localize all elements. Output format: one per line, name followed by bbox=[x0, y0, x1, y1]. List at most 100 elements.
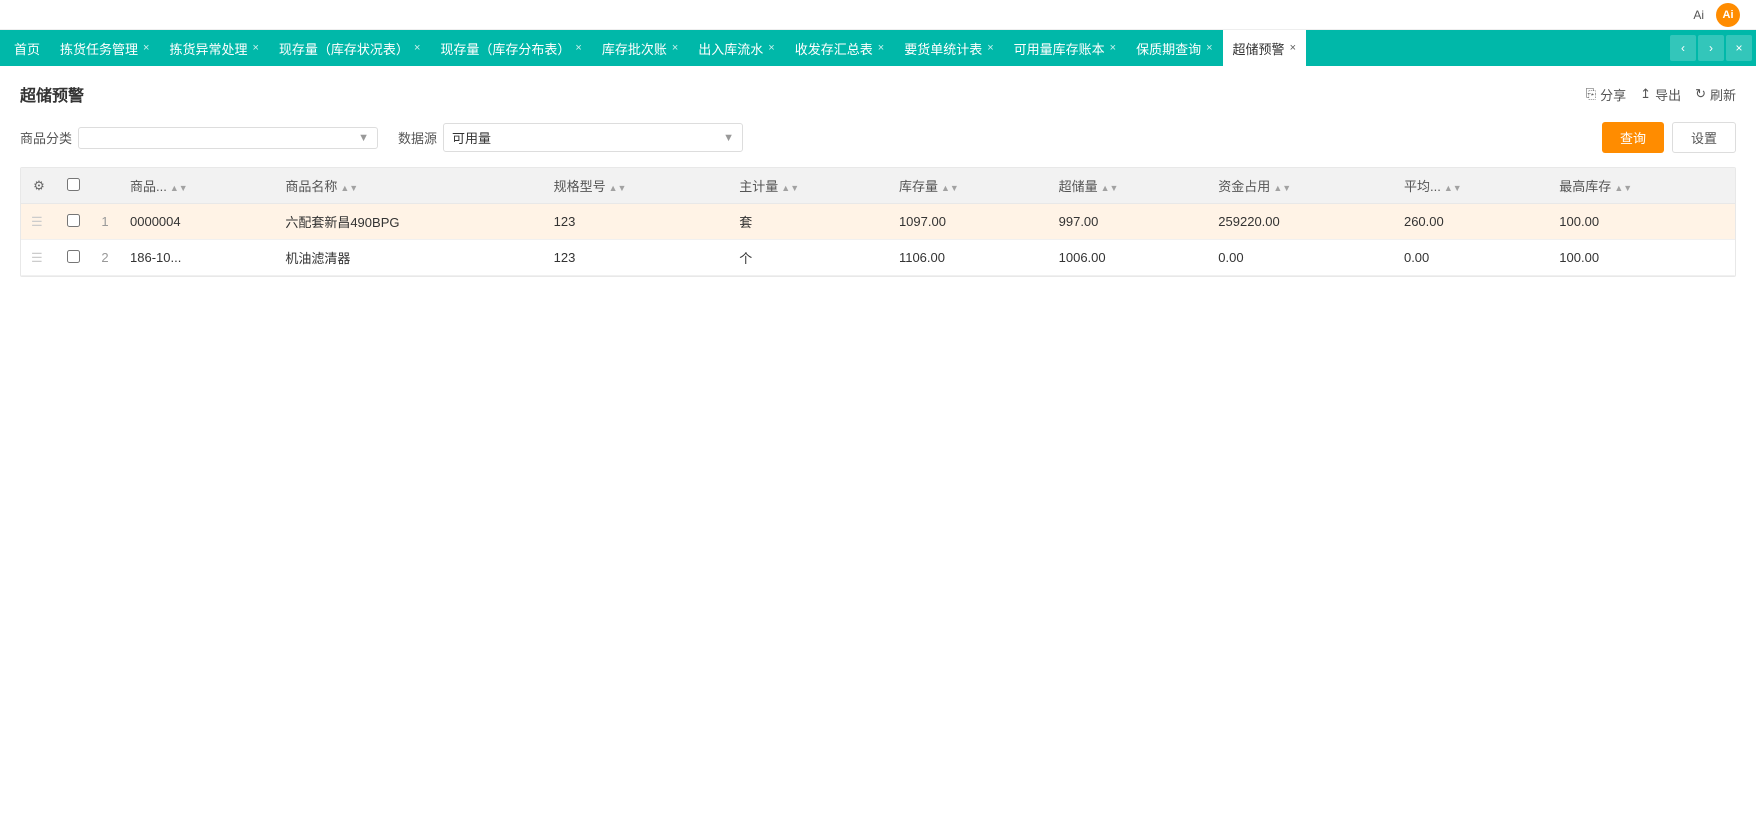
select-all-checkbox[interactable] bbox=[67, 178, 80, 191]
nav-next-button[interactable]: › bbox=[1698, 35, 1724, 61]
nav-bar: 首页拣货任务管理×拣货异常处理×现存量（库存状况表）×现存量（库存分布表）×库存… bbox=[0, 30, 1756, 66]
spec-cell: 123 bbox=[544, 240, 730, 276]
nav-item-available-account[interactable]: 可用量库存账本× bbox=[1004, 30, 1126, 66]
col-gear: ⚙ bbox=[21, 168, 57, 204]
overstock-cell: 1006.00 bbox=[1049, 240, 1209, 276]
sort-icon-capital: ▲▼ bbox=[1273, 183, 1291, 193]
datasource-select[interactable]: 可用量 ▼ bbox=[443, 123, 743, 152]
nav-item-label-collect-summary: 收发存汇总表 bbox=[795, 39, 873, 58]
export-icon: ↥ bbox=[1640, 86, 1651, 102]
col-unit[interactable]: 主计量▲▼ bbox=[729, 168, 889, 204]
nav-item-quality-check[interactable]: 保质期查询 × bbox=[1126, 30, 1222, 66]
col-product-code[interactable]: 商品...▲▼ bbox=[120, 168, 275, 204]
export-button[interactable]: ↥ 导出 bbox=[1640, 85, 1681, 104]
settings-button[interactable]: 设置 bbox=[1672, 122, 1736, 153]
col-stock[interactable]: 库存量▲▼ bbox=[889, 168, 1049, 204]
data-table: ⚙ 商品...▲▼ 商品名称▲▼ 规格型号▲▼ bbox=[21, 168, 1735, 276]
nav-close-available-account[interactable]: × bbox=[1110, 42, 1116, 54]
nav-close-quality-check[interactable]: × bbox=[1206, 42, 1212, 54]
table-header-row: ⚙ 商品...▲▼ 商品名称▲▼ 规格型号▲▼ bbox=[21, 168, 1735, 204]
nav-item-inventory-dist[interactable]: 现存量（库存分布表） × bbox=[430, 30, 591, 66]
nav-close-inventory-dist[interactable]: × bbox=[575, 42, 581, 54]
nav-close-all-button[interactable]: × bbox=[1726, 35, 1752, 61]
nav-item-collect-summary[interactable]: 收发存汇总表 × bbox=[785, 30, 894, 66]
nav-prev-button[interactable]: ‹ bbox=[1670, 35, 1696, 61]
nav-item-abnormal[interactable]: 拣货异常处理 × bbox=[159, 30, 268, 66]
col-product-name[interactable]: 商品名称▲▼ bbox=[275, 168, 543, 204]
nav-item-label-task-mgmt: 拣货任务管理 bbox=[60, 39, 138, 58]
page-title: 超储预警 bbox=[20, 82, 84, 106]
export-label: 导出 bbox=[1655, 85, 1681, 104]
sort-icon-overstock: ▲▼ bbox=[1101, 183, 1119, 193]
nav-close-overstock[interactable]: × bbox=[1290, 42, 1296, 54]
share-button[interactable]: ⎘ 分享 bbox=[1586, 85, 1626, 104]
gear-cell[interactable]: ☰ bbox=[21, 240, 57, 276]
sort-icon-stock: ▲▼ bbox=[941, 183, 959, 193]
nav-close-order-stats[interactable]: × bbox=[987, 42, 993, 54]
nav-close-task-mgmt[interactable]: × bbox=[143, 42, 149, 54]
row-gear-icon[interactable]: ☰ bbox=[31, 214, 43, 229]
checkbox-cell-row[interactable] bbox=[57, 240, 90, 276]
nav-item-task-mgmt[interactable]: 拣货任务管理 × bbox=[50, 30, 159, 66]
nav-item-order-stats[interactable]: 要货单统计表 × bbox=[894, 30, 1003, 66]
nav-item-in-out-flow[interactable]: 出入库流水 × bbox=[688, 30, 784, 66]
filter-row: 商品分类 ▼ 数据源 可用量 ▼ 查询 设置 bbox=[20, 122, 1736, 153]
ai-label: Ai bbox=[1693, 8, 1704, 22]
col-max-stock[interactable]: 最高库存▲▼ bbox=[1549, 168, 1735, 204]
page-container: 超储预警 ⎘ 分享 ↥ 导出 ↻ 刷新 商品分类 ▼ 数据源 bbox=[0, 66, 1756, 830]
col-spec[interactable]: 规格型号▲▼ bbox=[544, 168, 730, 204]
nav-item-label-in-out-flow: 出入库流水 bbox=[698, 39, 763, 58]
gear-icon[interactable]: ⚙ bbox=[33, 178, 45, 193]
nav-item-label-inventory-dist: 现存量（库存分布表） bbox=[440, 39, 570, 58]
row-checkbox[interactable] bbox=[67, 250, 80, 263]
nav-item-batch-account[interactable]: 库存批次账 × bbox=[592, 30, 688, 66]
nav-close-collect-summary[interactable]: × bbox=[878, 42, 884, 54]
nav-item-label-batch-account: 库存批次账 bbox=[602, 39, 667, 58]
capital-cell: 0.00 bbox=[1208, 240, 1394, 276]
col-capital[interactable]: 资金占用▲▼ bbox=[1208, 168, 1394, 204]
nav-item-overstock[interactable]: 超储预警× bbox=[1223, 30, 1306, 66]
capital-cell: 259220.00 bbox=[1208, 204, 1394, 240]
checkbox-cell-row[interactable] bbox=[57, 204, 90, 240]
datasource-filter-group: 数据源 可用量 ▼ bbox=[398, 123, 743, 152]
avatar: Ai bbox=[1716, 3, 1740, 27]
category-select[interactable]: ▼ bbox=[78, 127, 378, 149]
nav-item-label-abnormal: 拣货异常处理 bbox=[169, 39, 247, 58]
nav-close-inventory-status[interactable]: × bbox=[414, 42, 420, 54]
nav-item-label-order-stats: 要货单统计表 bbox=[904, 39, 982, 58]
col-overstock[interactable]: 超储量▲▼ bbox=[1049, 168, 1209, 204]
spec-cell: 123 bbox=[544, 204, 730, 240]
nav-close-in-out-flow[interactable]: × bbox=[768, 42, 774, 54]
gear-cell[interactable]: ☰ bbox=[21, 204, 57, 240]
nav-item-label-inventory-status: 现存量（库存状况表） bbox=[279, 39, 409, 58]
nav-close-abnormal[interactable]: × bbox=[252, 42, 258, 54]
page-header: 超储预警 ⎘ 分享 ↥ 导出 ↻ 刷新 bbox=[20, 82, 1736, 106]
query-button[interactable]: 查询 bbox=[1602, 122, 1664, 153]
sort-icon-avg: ▲▼ bbox=[1444, 183, 1462, 193]
refresh-button[interactable]: ↻ 刷新 bbox=[1695, 85, 1736, 104]
category-label: 商品分类 bbox=[20, 128, 72, 147]
nav-item-home[interactable]: 首页 bbox=[4, 30, 50, 66]
col-avg[interactable]: 平均...▲▼ bbox=[1394, 168, 1549, 204]
nav-close-batch-account[interactable]: × bbox=[672, 42, 678, 54]
col-checkbox-all[interactable] bbox=[57, 168, 90, 204]
product-code-cell: 0000004 bbox=[120, 204, 275, 240]
header-actions: ⎘ 分享 ↥ 导出 ↻ 刷新 bbox=[1586, 85, 1736, 104]
sort-icon-product-name: ▲▼ bbox=[340, 183, 358, 193]
filter-buttons: 查询 设置 bbox=[1602, 122, 1736, 153]
sort-icon-max-stock: ▲▼ bbox=[1614, 183, 1632, 193]
share-icon: ⎘ bbox=[1586, 86, 1596, 102]
category-filter-group: 商品分类 ▼ bbox=[20, 127, 378, 149]
product-name-cell: 机油滤清器 bbox=[275, 240, 543, 276]
row-checkbox[interactable] bbox=[67, 214, 80, 227]
product-name-cell: 六配套新昌490BPG bbox=[275, 204, 543, 240]
row-gear-icon[interactable]: ☰ bbox=[31, 250, 43, 265]
nav-item-inventory-status[interactable]: 现存量（库存状况表） × bbox=[269, 30, 430, 66]
refresh-label: 刷新 bbox=[1710, 85, 1736, 104]
avg-cell: 0.00 bbox=[1394, 240, 1549, 276]
datasource-select-arrow: ▼ bbox=[723, 132, 734, 144]
nav-item-label-home: 首页 bbox=[14, 39, 40, 58]
sort-icon-product-code: ▲▼ bbox=[170, 183, 188, 193]
nav-item-label-quality-check: 保质期查询 bbox=[1136, 39, 1201, 58]
table-row: ☰10000004六配套新昌490BPG123套1097.00997.00259… bbox=[21, 204, 1735, 240]
